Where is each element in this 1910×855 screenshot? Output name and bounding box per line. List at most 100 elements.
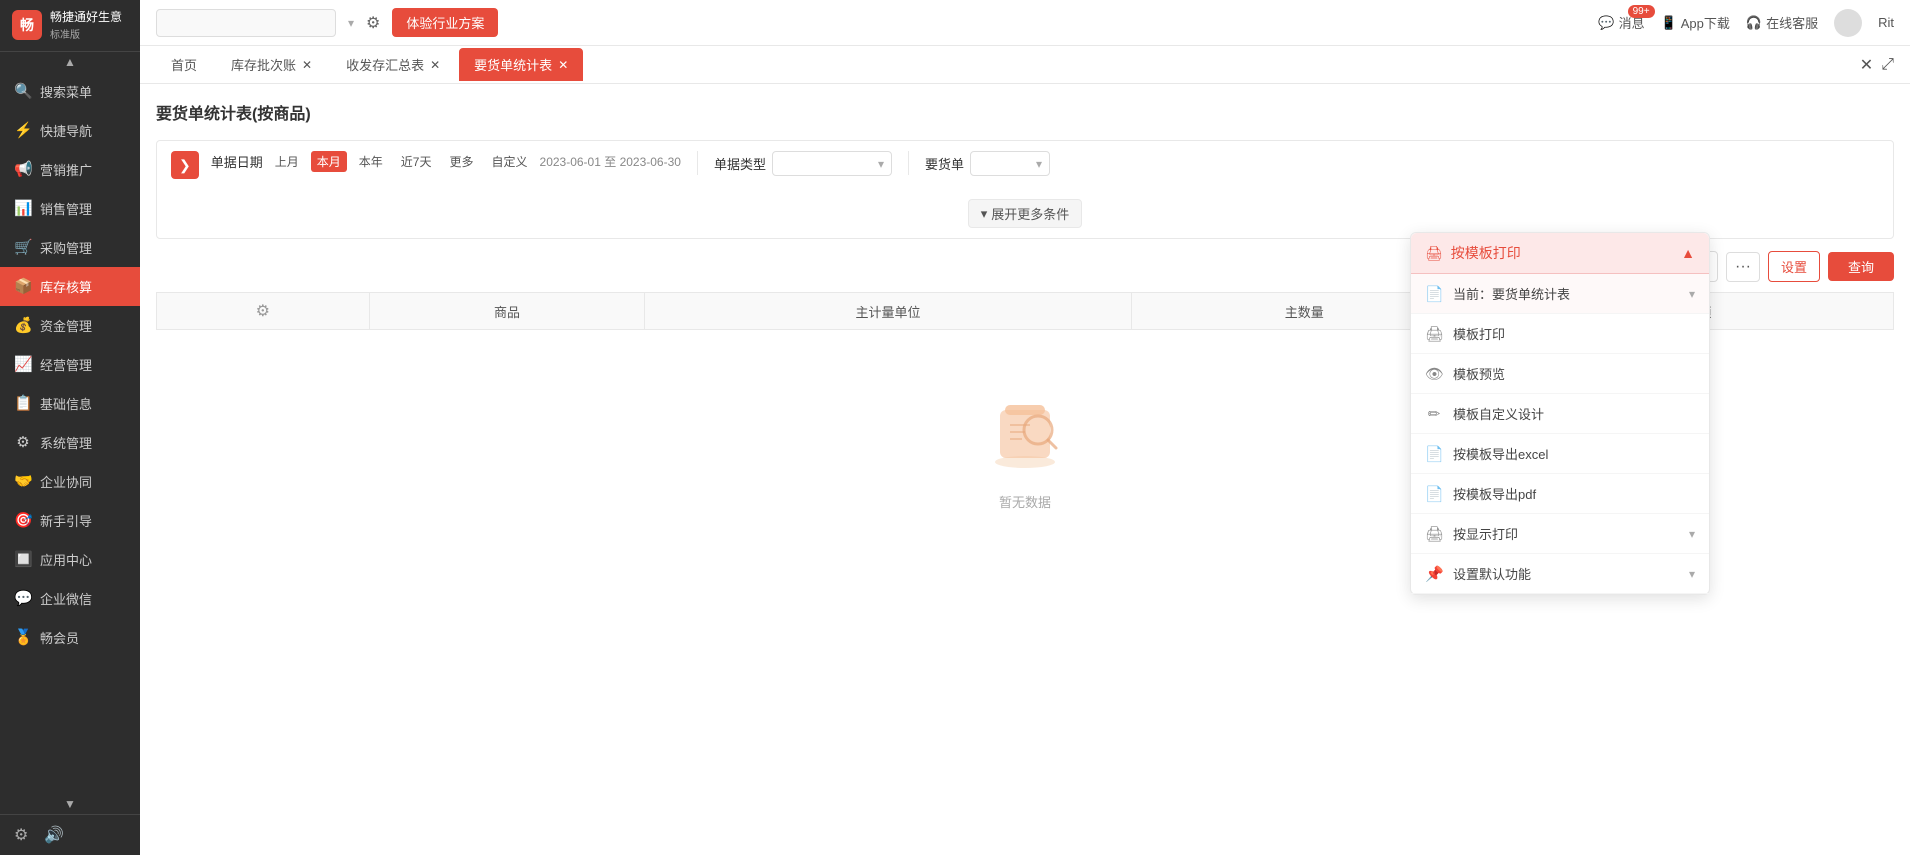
sales-icon: 📊 — [14, 199, 32, 217]
sidebar-scroll-down[interactable]: ▼ — [0, 794, 140, 814]
app-download-button[interactable]: 📱 App下载 — [1661, 13, 1730, 32]
dropdown-current-template[interactable]: 📄 当前：要货单统计表 ▾ — [1411, 274, 1709, 314]
finance-icon: 💰 — [14, 316, 32, 334]
print-dropdown: 🖨 按模板打印 ▲ 📄 当前：要货单统计表 ▾ 🖨 模板打印 👁 模板预览 — [1410, 232, 1710, 595]
dropdown-item-display-print[interactable]: 🖨 按显示打印 ▾ — [1411, 514, 1709, 554]
sidebar-item-newbie[interactable]: 🎯 新手引导 — [0, 501, 140, 540]
sidebar-item-finance[interactable]: 💰 资金管理 — [0, 306, 140, 345]
online-service-button[interactable]: 🎧 在线客服 — [1746, 13, 1818, 32]
date-filter-section: 单据日期 上月 本月 本年 近7天 更多 自定义 2023-06-01 至 20… — [211, 151, 681, 172]
tab-order-stats-close[interactable]: ✕ — [558, 58, 568, 72]
dropdown-collapse-icon[interactable]: ▲ — [1681, 245, 1695, 261]
username-label[interactable]: Rit — [1878, 15, 1894, 30]
tab-batch-account-close[interactable]: ✕ — [302, 58, 312, 72]
wechat-icon: 💬 — [14, 589, 32, 607]
tab-receipt-summary-close[interactable]: ✕ — [430, 58, 440, 72]
app-download-label: App下载 — [1681, 13, 1730, 32]
user-avatar[interactable] — [1834, 9, 1862, 37]
basic-icon: 📋 — [14, 394, 32, 412]
dropdown-item-export-excel[interactable]: 📄 按模板导出excel — [1411, 434, 1709, 474]
display-print-label: 按显示打印 — [1453, 524, 1518, 543]
status-select[interactable] — [970, 151, 1050, 176]
sidebar-nav: 🔍 搜索菜单 ⚡ 快捷导航 📢 营销推广 📊 销售管理 🛒 采购管理 📦 库存核… — [0, 72, 140, 794]
template-print-icon: 🖨 — [1425, 325, 1443, 343]
tab-bar-right: ✕ ⤢ — [1860, 55, 1894, 75]
filter-divider-1 — [697, 151, 698, 175]
filter-expand-arrow[interactable]: ❯ — [171, 151, 199, 179]
dropdown-item-export-pdf[interactable]: 📄 按模板导出pdf — [1411, 474, 1709, 514]
template-preview-label: 模板预览 — [1453, 364, 1505, 383]
date-7days-btn[interactable]: 近7天 — [395, 151, 438, 172]
sidebar-item-sales[interactable]: 📊 销售管理 — [0, 189, 140, 228]
tab-batch-account-label: 库存批次账 — [231, 55, 296, 74]
dropdown-item-template-design[interactable]: ✏ 模板自定义设计 — [1411, 394, 1709, 434]
trial-industry-button[interactable]: 体验行业方案 — [392, 8, 498, 37]
footer-settings-icon[interactable]: ⚙ — [14, 825, 28, 845]
sidebar-item-label: 基础信息 — [40, 394, 92, 413]
tab-receipt-summary[interactable]: 收发存汇总表 ✕ — [331, 48, 455, 81]
app-badge: 标准版 — [50, 26, 122, 41]
apps-icon: 🔲 — [14, 550, 32, 568]
status-filter-label: 要货单 — [925, 154, 964, 173]
sidebar-item-system[interactable]: ⚙ 系统管理 — [0, 423, 140, 462]
online-service-label: 在线客服 — [1766, 13, 1818, 32]
sidebar-item-label: 快捷导航 — [40, 121, 92, 140]
date-this-year-btn[interactable]: 本年 — [353, 151, 389, 172]
sidebar-item-vip[interactable]: 🏅 畅会员 — [0, 618, 140, 657]
dropdown-item-set-default[interactable]: 📌 设置默认功能 ▾ — [1411, 554, 1709, 594]
header-search-input[interactable] — [156, 9, 336, 37]
table-header-settings[interactable]: ⚙ — [157, 293, 370, 330]
headset-icon: 🎧 — [1746, 15, 1762, 31]
date-more-btn[interactable]: 更多 — [443, 151, 479, 172]
message-button[interactable]: 💬 消息 99+ — [1598, 13, 1644, 32]
date-custom-btn[interactable]: 自定义 — [486, 151, 534, 172]
tab-maximize-button[interactable]: ⤢ — [1881, 56, 1894, 74]
filter-divider-2 — [908, 151, 909, 175]
date-this-month-btn[interactable]: 本月 — [311, 151, 347, 172]
sidebar-item-purchase[interactable]: 🛒 采购管理 — [0, 228, 140, 267]
query-button[interactable]: 查询 — [1828, 252, 1894, 281]
tab-batch-account[interactable]: 库存批次账 ✕ — [216, 48, 327, 81]
more-actions-button[interactable]: ··· — [1726, 252, 1760, 282]
sidebar-item-apps[interactable]: 🔲 应用中心 — [0, 540, 140, 579]
table-settings-button[interactable]: 设置 — [1768, 251, 1820, 282]
column-settings-icon[interactable]: ⚙ — [256, 303, 270, 320]
template-print-label: 模板打印 — [1453, 324, 1505, 343]
tab-close-all-button[interactable]: ✕ — [1860, 55, 1873, 75]
sidebar-scroll-up[interactable]: ▲ — [0, 52, 140, 72]
page-title: 要货单统计表(按商品) — [156, 100, 1894, 124]
sidebar-item-enterprise[interactable]: 🤝 企业协同 — [0, 462, 140, 501]
sidebar-item-inventory[interactable]: 📦 库存核算 — [0, 267, 140, 306]
tab-order-stats[interactable]: 要货单统计表 ✕ — [459, 48, 583, 81]
sidebar-item-basic[interactable]: 📋 基础信息 — [0, 384, 140, 423]
export-pdf-icon: 📄 — [1425, 485, 1443, 503]
sidebar-item-search[interactable]: 🔍 搜索菜单 — [0, 72, 140, 111]
footer-sound-icon[interactable]: 🔊 — [44, 825, 64, 845]
vip-icon: 🏅 — [14, 628, 32, 646]
sidebar-item-label: 新手引导 — [40, 511, 92, 530]
sidebar-item-quick-nav[interactable]: ⚡ 快捷导航 — [0, 111, 140, 150]
expand-more-conditions-button[interactable]: ▾ 展开更多条件 — [968, 199, 1083, 228]
sidebar-item-label: 经营管理 — [40, 355, 92, 374]
table-header-unit: 主计量单位 — [645, 293, 1131, 330]
header-search-dropdown[interactable]: ▾ — [348, 16, 354, 30]
tab-home[interactable]: 首页 — [156, 48, 212, 81]
date-last-month-btn[interactable]: 上月 — [269, 151, 305, 172]
sidebar-item-operations[interactable]: 📈 经营管理 — [0, 345, 140, 384]
sidebar-item-label: 资金管理 — [40, 316, 92, 335]
sidebar-item-label: 库存核算 — [40, 277, 92, 296]
dropdown-item-template-preview[interactable]: 👁 模板预览 — [1411, 354, 1709, 394]
marketing-icon: 📢 — [14, 160, 32, 178]
header-settings-button[interactable]: ⚙ — [366, 13, 380, 33]
template-preview-icon: 👁 — [1425, 365, 1443, 383]
display-print-expand-icon: ▾ — [1689, 527, 1695, 541]
type-select[interactable] — [772, 151, 892, 176]
date-range-display: 2023-06-01 至 2023-06-30 — [540, 153, 681, 170]
sidebar-item-label: 畅会员 — [40, 628, 79, 647]
sidebar-item-wechat[interactable]: 💬 企业微信 — [0, 579, 140, 618]
message-badge: 99+ — [1628, 5, 1655, 18]
sidebar-item-marketing[interactable]: 📢 营销推广 — [0, 150, 140, 189]
dropdown-header-controls: ▲ — [1681, 245, 1695, 261]
dropdown-item-template-print[interactable]: 🖨 模板打印 — [1411, 314, 1709, 354]
status-filter-section: 要货单 — [925, 151, 1050, 176]
